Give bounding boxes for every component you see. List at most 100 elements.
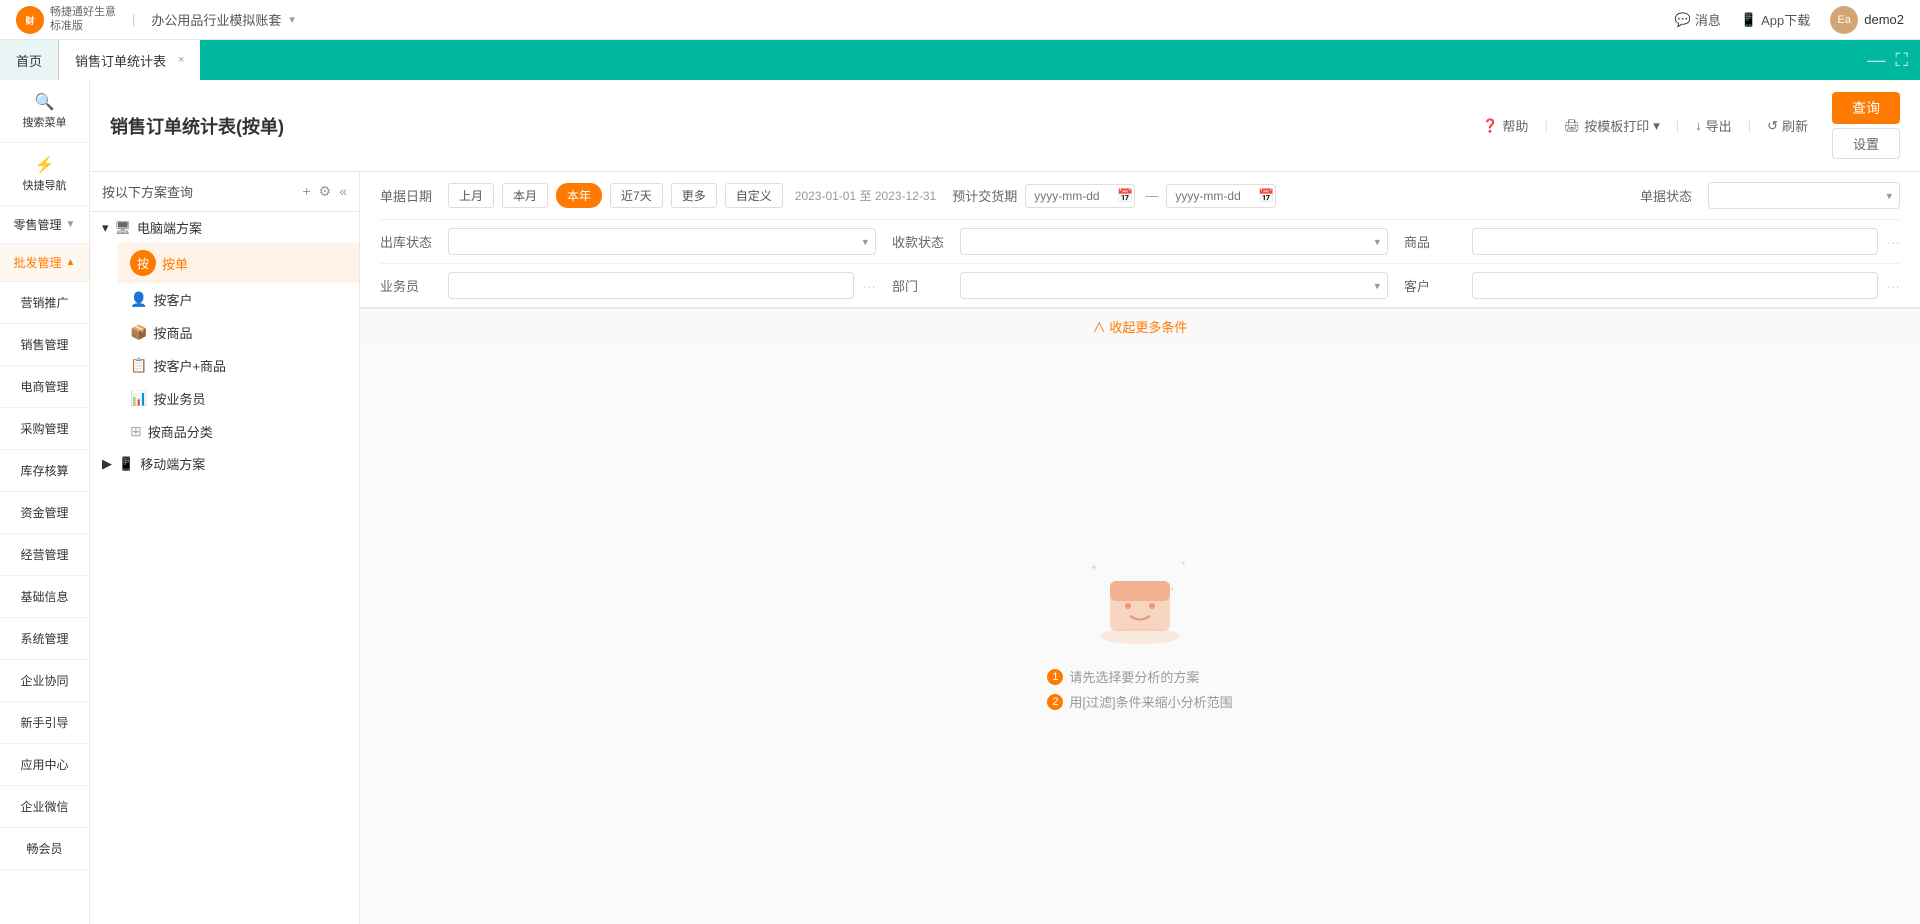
breadcrumb-dropdown-icon[interactable]: ▾	[289, 13, 295, 26]
outbound-filter: 出库状态	[380, 228, 876, 255]
message-btn[interactable]: 💬 消息	[1675, 10, 1721, 29]
app-download-icon: 📱	[1741, 12, 1757, 28]
tree-item-by-goods-category[interactable]: ⊞ 按商品分类	[118, 415, 359, 448]
user-area[interactable]: Ea demo2	[1830, 6, 1904, 34]
empty-svg: ✦ ✦ ✦	[1080, 551, 1200, 651]
receipt-select[interactable]	[960, 228, 1388, 255]
scheme-tree: ▾ 🖥 电脑端方案 按 按单 👤 按客户	[90, 212, 359, 924]
query-btn[interactable]: 查询	[1832, 92, 1900, 124]
salesperson-label: 业务员	[380, 276, 440, 295]
goods-input[interactable]	[1472, 228, 1878, 255]
sidebar-item-inventory[interactable]: 库存核算	[0, 450, 89, 492]
sidebar-item-ecommerce[interactable]: 电商管理	[0, 366, 89, 408]
sidebar-item-newuser[interactable]: 新手引导	[0, 702, 89, 744]
dept-filter: 部门	[892, 272, 1388, 299]
top-bar-left: 财 畅捷通好生意 标准版 | 办公用品行业模拟账套 ▾	[16, 6, 295, 34]
salesperson-dots-btn[interactable]: ···	[862, 278, 876, 294]
status-select[interactable]	[1708, 182, 1900, 209]
page-header: 销售订单统计表(按单) ❓ 帮助 | 🖨 按模板打印 ▾ | ↓	[90, 80, 1920, 172]
wholesale-arrow-icon: ▲	[66, 257, 76, 268]
sidebar-item-system[interactable]: 系统管理	[0, 618, 89, 660]
sidebar-item-search[interactable]: 🔍 搜索菜单	[0, 80, 89, 143]
dept-select-container	[960, 272, 1388, 299]
search-icon: 🔍	[35, 92, 55, 112]
salesperson-input[interactable]	[448, 272, 854, 299]
app-download-btn[interactable]: 📱 App下载	[1741, 10, 1810, 29]
outbound-select[interactable]	[448, 228, 876, 255]
settings-scheme-btn[interactable]: ⚙	[319, 183, 332, 200]
customer-dots-btn[interactable]: ···	[1886, 278, 1900, 294]
expected-date-to-input[interactable]	[1166, 184, 1276, 208]
goods-icon: 📦	[130, 324, 147, 341]
tab-home[interactable]: 首页	[0, 40, 59, 80]
date-custom-btn[interactable]: 自定义	[725, 183, 783, 208]
sidebar-item-purchase[interactable]: 采购管理	[0, 408, 89, 450]
sidebar-item-vip[interactable]: 畅会员	[0, 828, 89, 870]
tree-group-mobile[interactable]: ▶ 📱 移动端方案	[90, 448, 359, 479]
tab-spacer	[200, 40, 1867, 80]
sidebar-item-operations[interactable]: 经营管理	[0, 534, 89, 576]
tree-item-by-order-label: 按单	[162, 254, 188, 273]
tree-item-by-customer-goods[interactable]: 📋 按客户+商品	[118, 349, 359, 382]
active-badge: 按	[130, 250, 156, 276]
date-7days-btn[interactable]: 近7天	[610, 183, 663, 208]
sidebar-item-enterprise[interactable]: 企业协同	[0, 660, 89, 702]
goods-dots-btn[interactable]: ···	[1886, 234, 1900, 250]
date-range-text: 2023-01-01 至 2023-12-31	[795, 187, 936, 204]
sidebar-item-wholesale[interactable]: 批发管理 ▲	[0, 244, 89, 282]
sidebar-item-wechat[interactable]: 企业微信	[0, 786, 89, 828]
sidebar-item-retail[interactable]: 零售管理 ▼	[0, 206, 89, 244]
tree-item-by-customer[interactable]: 👤 按客户	[118, 283, 359, 316]
sidebar-item-appcenter[interactable]: 应用中心	[0, 744, 89, 786]
tab-close-icon[interactable]: ×	[178, 54, 184, 66]
primary-actions: 查询 设置	[1832, 92, 1900, 159]
tree-item-by-customer-label: 按客户	[153, 290, 192, 309]
customer-filter: 客户 ···	[1404, 272, 1900, 299]
tab-active[interactable]: 销售订单统计表 ×	[59, 40, 200, 80]
tree-item-by-order[interactable]: 按 按单	[118, 243, 359, 283]
tree-item-by-salesperson[interactable]: 📊 按业务员	[118, 382, 359, 415]
expected-date-section: 预计交货期 📅 — 📅	[952, 184, 1624, 208]
collapse-bar[interactable]: ∧ 收起更多条件	[360, 308, 1920, 344]
sidebar-item-marketing[interactable]: 营销推广	[0, 282, 89, 324]
svg-text:✦: ✦	[1170, 586, 1175, 593]
date-this-month-btn[interactable]: 本月	[502, 183, 548, 208]
empty-tip-1: 1 请先选择要分析的方案	[1047, 667, 1232, 686]
collapse-panel-btn[interactable]: «	[339, 183, 347, 200]
filter-row-2: 出库状态 收款状态	[380, 220, 1900, 264]
svg-text:财: 财	[24, 15, 34, 26]
date-more-btn[interactable]: 更多	[671, 183, 717, 208]
sidebar-item-basic[interactable]: 基础信息	[0, 576, 89, 618]
left-panel-title: 按以下方案查询	[102, 182, 193, 201]
sidebar-item-finance[interactable]: 资金管理	[0, 492, 89, 534]
tree-item-by-goods-category-label: 按商品分类	[148, 422, 213, 441]
expected-date-from-input[interactable]	[1025, 184, 1135, 208]
tab-minimize-icon[interactable]: —	[1867, 50, 1885, 71]
receipt-filter: 收款状态	[892, 228, 1388, 255]
customer-label: 客户	[1404, 276, 1464, 295]
tree-item-by-goods[interactable]: 📦 按商品	[118, 316, 359, 349]
help-btn[interactable]: ❓ 帮助	[1482, 116, 1528, 135]
goods-filter: 商品 ···	[1404, 228, 1900, 255]
date-separator: —	[1145, 188, 1158, 203]
customer-input[interactable]	[1472, 272, 1878, 299]
settings-btn[interactable]: 设置	[1832, 128, 1900, 159]
date-prev-month-btn[interactable]: 上月	[448, 183, 494, 208]
date-this-year-btn[interactable]: 本年	[556, 183, 602, 208]
status-label: 单据状态	[1640, 186, 1700, 205]
sidebar-item-quick[interactable]: ⚡ 快捷导航	[0, 143, 89, 206]
tree-group-mobile-label: 移动端方案	[140, 454, 205, 473]
salesperson-filter: 业务员 ···	[380, 272, 876, 299]
refresh-btn[interactable]: ↺ 刷新	[1767, 116, 1808, 135]
tree-group-pc[interactable]: ▾ 🖥 电脑端方案	[90, 212, 359, 243]
export-btn[interactable]: ↓ 导出	[1695, 116, 1732, 135]
template-print-btn[interactable]: 🖨 按模板打印 ▾	[1564, 116, 1660, 135]
goods-category-icon: ⊞	[130, 423, 142, 440]
dept-select[interactable]	[960, 272, 1388, 299]
sidebar-item-sales[interactable]: 销售管理	[0, 324, 89, 366]
tree-item-by-salesperson-label: 按业务员	[153, 389, 205, 408]
add-scheme-btn[interactable]: +	[302, 183, 310, 200]
tree-children-pc: 按 按单 👤 按客户 📦 按商品 📋 按客	[90, 243, 359, 448]
tab-maximize-icon[interactable]: ⛶	[1895, 50, 1908, 71]
filter-container: 单据日期 上月 本月 本年 近7天 更多 自定义 2023-01-01 至 20…	[360, 172, 1920, 308]
